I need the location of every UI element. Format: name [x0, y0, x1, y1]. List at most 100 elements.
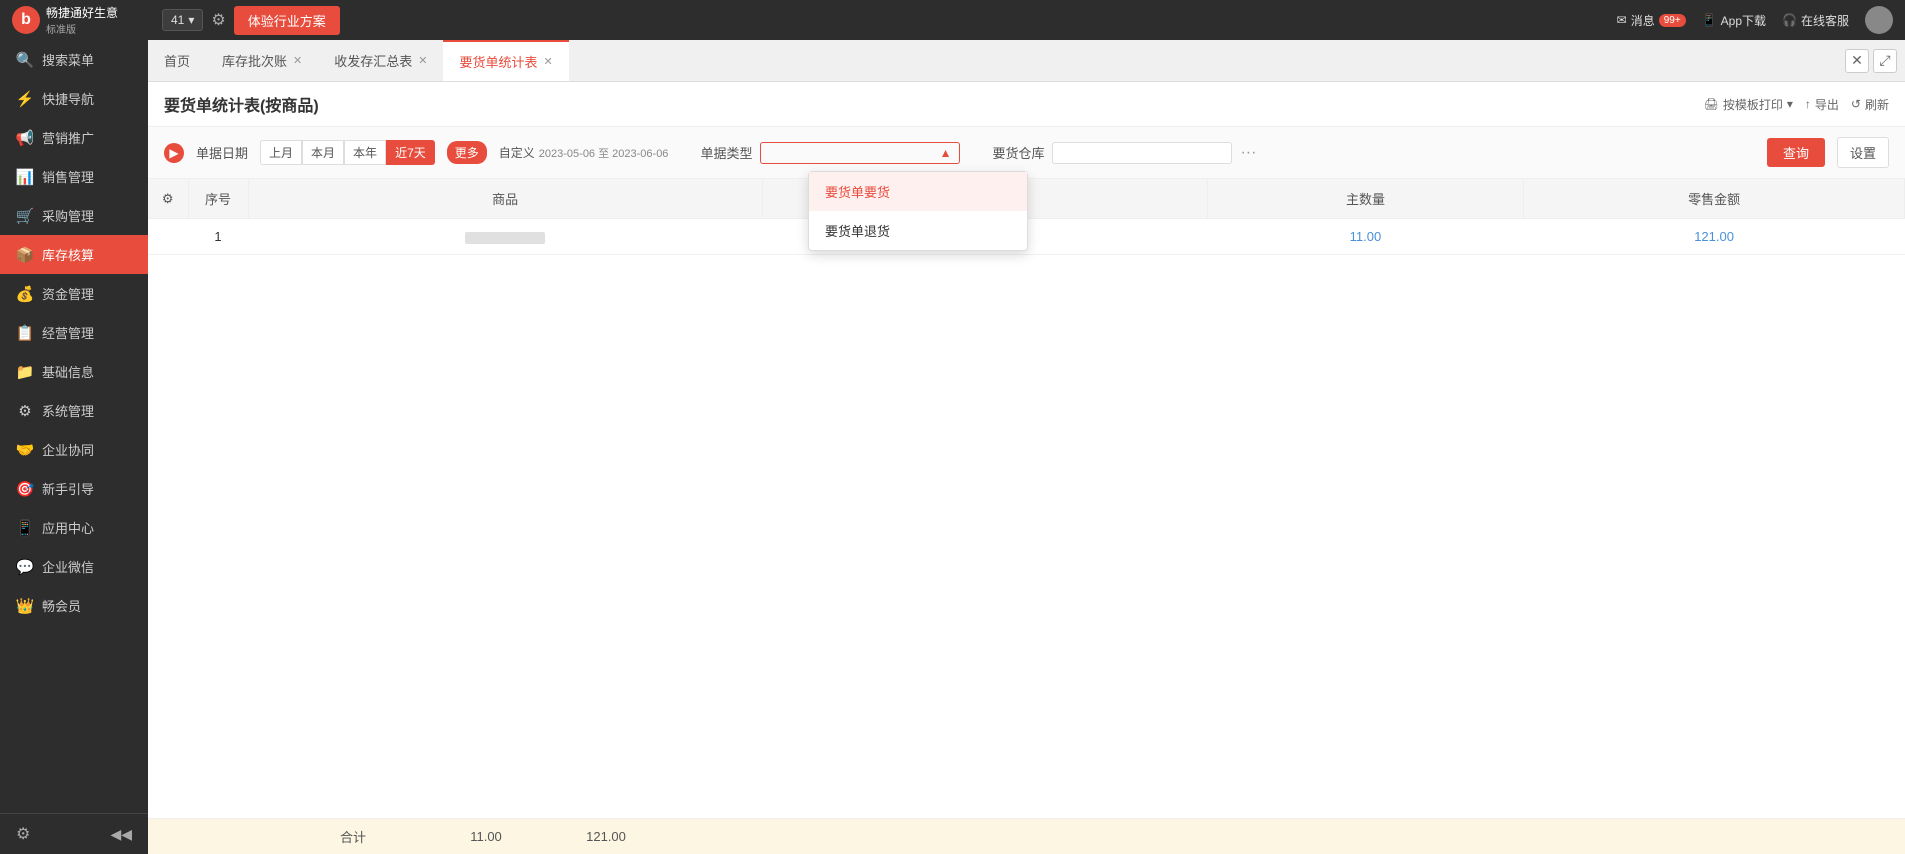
crown-icon: 👑	[16, 597, 34, 615]
settings-icon[interactable]: ⚙	[211, 10, 225, 30]
main-layout: 🔍 搜索菜单 ⚡ 快捷导航 📢 营销推广 📊 销售管理 🛒 采购管理 📦 库存核…	[0, 40, 1905, 854]
company-select[interactable]: 41 ▾	[162, 9, 203, 31]
collapse-sidebar-button[interactable]: ◀◀	[110, 826, 132, 843]
chart-icon: 📊	[16, 168, 34, 186]
col-settings[interactable]: ⚙	[148, 179, 188, 219]
setting-button[interactable]: 设置	[1837, 137, 1889, 168]
footer-total-quantity: 11.00	[426, 829, 546, 844]
tab-close-receive-summary[interactable]: ✕	[418, 54, 427, 67]
message-item[interactable]: ✉ 消息 99+	[1617, 12, 1686, 29]
table-footer: 合计 11.00 121.00	[148, 818, 1905, 854]
sidebar-item-enterprise[interactable]: 🤝 企业协同	[0, 430, 148, 469]
sidebar-item-app-center[interactable]: 📱 应用中心	[0, 508, 148, 547]
type-filter-input[interactable]: ▲	[760, 142, 960, 164]
header-center: 41 ▾ ⚙ 体验行业方案	[162, 6, 1607, 35]
warehouse-filter-input[interactable]	[1052, 142, 1232, 164]
trial-button[interactable]: 体验行业方案	[234, 6, 340, 35]
export-icon: ↑	[1805, 97, 1811, 111]
tab-inventory-batch[interactable]: 库存批次账 ✕	[206, 41, 318, 80]
avatar[interactable]	[1865, 6, 1893, 34]
sidebar-item-system[interactable]: ⚙ 系统管理	[0, 391, 148, 430]
sidebar-item-label: 企业微信	[42, 557, 94, 576]
search-icon: 🔍	[16, 51, 34, 69]
sidebar-item-finance[interactable]: 💰 资金管理	[0, 274, 148, 313]
this-year-button[interactable]: 本年	[344, 140, 386, 165]
date-filter-label: 单据日期	[196, 143, 248, 162]
col-product: 商品	[248, 179, 762, 219]
printer-icon: 🖨	[1704, 97, 1719, 111]
filter-more-dots[interactable]: ···	[1240, 144, 1256, 162]
sidebar-item-shortcut[interactable]: ⚡ 快捷导航	[0, 79, 148, 118]
query-button[interactable]: 查询	[1767, 138, 1825, 167]
sidebar-item-guide[interactable]: 🎯 新手引导	[0, 469, 148, 508]
warehouse-filter-label: 要货仓库	[992, 143, 1044, 162]
sidebar-item-label: 销售管理	[42, 167, 94, 186]
sidebar-item-operations[interactable]: 📋 经营管理	[0, 313, 148, 352]
cart-icon: 🛒	[16, 207, 34, 225]
cell-amount[interactable]: 121.00	[1524, 219, 1905, 255]
custom-date-button[interactable]: 自定义	[499, 144, 535, 161]
phone-icon: 📱	[1702, 13, 1717, 27]
filter-expand-button[interactable]: ▶	[164, 143, 184, 163]
chevron-down-print-icon: ▾	[1787, 97, 1793, 111]
box-icon: 📦	[16, 246, 34, 264]
folder-icon: 📁	[16, 363, 34, 381]
tab-close-order-stats[interactable]: ✕	[544, 55, 553, 68]
sidebar-item-purchase[interactable]: 🛒 采购管理	[0, 196, 148, 235]
sidebar-item-wechat[interactable]: 💬 企业微信	[0, 547, 148, 586]
dropdown-item-order-goods[interactable]: 要货单要货	[809, 172, 1027, 211]
handshake-icon: 🤝	[16, 441, 34, 459]
sidebar-item-membership[interactable]: 👑 畅会员	[0, 586, 148, 625]
cell-quantity[interactable]: 11.00	[1207, 219, 1523, 255]
tab-bar-actions: ✕ ⤢	[1845, 49, 1905, 73]
footer-total-label: 合计	[160, 827, 426, 846]
last-month-button[interactable]: 上月	[260, 140, 302, 165]
target-icon: 🎯	[16, 480, 34, 498]
tab-receive-summary[interactable]: 收发存汇总表 ✕	[318, 41, 443, 80]
sidebar-item-label: 新手引导	[42, 479, 94, 498]
export-button[interactable]: ↑ 导出	[1805, 96, 1839, 113]
col-index: 序号	[188, 179, 248, 219]
settings-bottom-icon[interactable]: ⚙	[16, 824, 30, 844]
tab-home[interactable]: 首页	[148, 41, 206, 80]
logo-icon: b	[12, 6, 40, 34]
tab-order-stats[interactable]: 要货单统计表 ✕	[443, 40, 568, 81]
sidebar-item-sales[interactable]: 📊 销售管理	[0, 157, 148, 196]
dropdown-item-order-return[interactable]: 要货单退货	[809, 211, 1027, 250]
sidebar-item-inventory[interactable]: 📦 库存核算	[0, 235, 148, 274]
col-quantity: 主数量	[1207, 179, 1523, 219]
logo-area: b 畅捷通好生意 标准版	[12, 4, 152, 36]
refresh-button[interactable]: ↺ 刷新	[1851, 96, 1889, 113]
warehouse-filter-section: 要货仓库 ···	[992, 142, 1256, 164]
settings-col-icon: ⚙	[162, 191, 174, 206]
app-download-item[interactable]: 📱 App下载	[1702, 12, 1766, 29]
more-date-button[interactable]: 更多	[447, 141, 487, 164]
chat-icon: 💬	[16, 558, 34, 576]
tab-close-inventory-batch[interactable]: ✕	[293, 54, 302, 67]
tab-close-all-button[interactable]: ✕	[1845, 49, 1869, 73]
header-right: ✉ 消息 99+ 📱 App下载 🎧 在线客服	[1617, 6, 1893, 34]
this-month-button[interactable]: 本月	[302, 140, 344, 165]
message-icon: ✉	[1617, 13, 1627, 27]
sidebar-item-marketing[interactable]: 📢 营销推广	[0, 118, 148, 157]
tab-expand-button[interactable]: ⤢	[1873, 49, 1897, 73]
page-title: 要货单统计表(按商品)	[164, 92, 319, 116]
page-header: 要货单统计表(按商品) 🖨 按模板打印 ▾ ↑ 导出 ↺ 刷新	[148, 82, 1905, 127]
lightning-icon: ⚡	[16, 90, 34, 108]
last-7-days-button[interactable]: 近7天	[386, 140, 435, 165]
online-service-item[interactable]: 🎧 在线客服	[1782, 12, 1849, 29]
content-area: 首页 库存批次账 ✕ 收发存汇总表 ✕ 要货单统计表 ✕ ✕ ⤢ 要	[148, 40, 1905, 854]
sidebar-item-label: 营销推广	[42, 128, 94, 147]
message-badge: 99+	[1659, 14, 1686, 27]
chevron-down-icon: ▾	[188, 13, 194, 27]
sidebar-item-search[interactable]: 🔍 搜索菜单	[0, 40, 148, 79]
sidebar-bottom: ⚙ ◀◀	[0, 813, 148, 854]
chevron-up-icon: ▲	[940, 146, 952, 160]
headset-icon: 🎧	[1782, 13, 1797, 27]
sidebar-item-basic-info[interactable]: 📁 基础信息	[0, 352, 148, 391]
print-template-button[interactable]: 🖨 按模板打印 ▾	[1704, 96, 1793, 113]
clipboard-icon: 📋	[16, 324, 34, 342]
tab-bar: 首页 库存批次账 ✕ 收发存汇总表 ✕ 要货单统计表 ✕ ✕ ⤢	[148, 40, 1905, 82]
app-name-text: 畅捷通好生意 标准版	[46, 4, 118, 36]
sidebar-item-label: 基础信息	[42, 362, 94, 381]
